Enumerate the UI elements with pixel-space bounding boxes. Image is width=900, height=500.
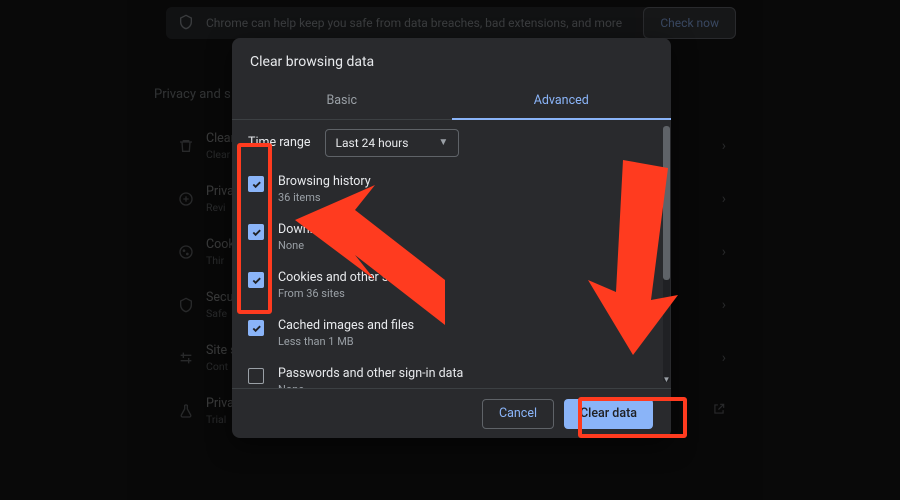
scroll-down-icon[interactable]: ▼: [663, 374, 670, 384]
time-range-select[interactable]: Last 24 hours ▼: [325, 129, 460, 157]
dialog-footer: Cancel Clear data: [232, 388, 671, 438]
scrollbar[interactable]: ▼: [663, 126, 670, 382]
tab-advanced[interactable]: Advanced: [452, 82, 672, 119]
dialog-title: Clear browsing data: [232, 38, 671, 82]
checkbox-passwords[interactable]: [248, 368, 264, 384]
list-item[interactable]: Passwords and other sign-in dataNone: [244, 357, 651, 388]
cancel-button[interactable]: Cancel: [482, 399, 554, 429]
list-item[interactable]: Download historyNone: [244, 213, 651, 261]
checkbox-cached-images[interactable]: [248, 320, 264, 336]
tab-basic[interactable]: Basic: [232, 82, 452, 119]
tabs: Basic Advanced: [232, 82, 671, 120]
list-item[interactable]: Browsing history36 items: [244, 165, 651, 213]
time-range-value: Last 24 hours: [336, 136, 409, 150]
list-item[interactable]: Cached images and filesLess than 1 MB: [244, 309, 651, 357]
clear-data-button[interactable]: Clear data: [564, 399, 653, 429]
dialog-body: Time range Last 24 hours ▼ Browsing hist…: [232, 120, 671, 388]
checkbox-download-history[interactable]: [248, 224, 264, 240]
clear-browsing-data-dialog: Clear browsing data Basic Advanced Time …: [232, 38, 671, 438]
time-range-label: Time range: [248, 135, 311, 150]
checkbox-cookies[interactable]: [248, 272, 264, 288]
checkbox-browsing-history[interactable]: [248, 176, 264, 192]
scrollbar-thumb[interactable]: [663, 126, 670, 280]
list-item[interactable]: Cookies and other site dataFrom 36 sites: [244, 261, 651, 309]
time-range-row: Time range Last 24 hours ▼: [244, 120, 651, 165]
chevron-down-icon: ▼: [438, 137, 448, 148]
